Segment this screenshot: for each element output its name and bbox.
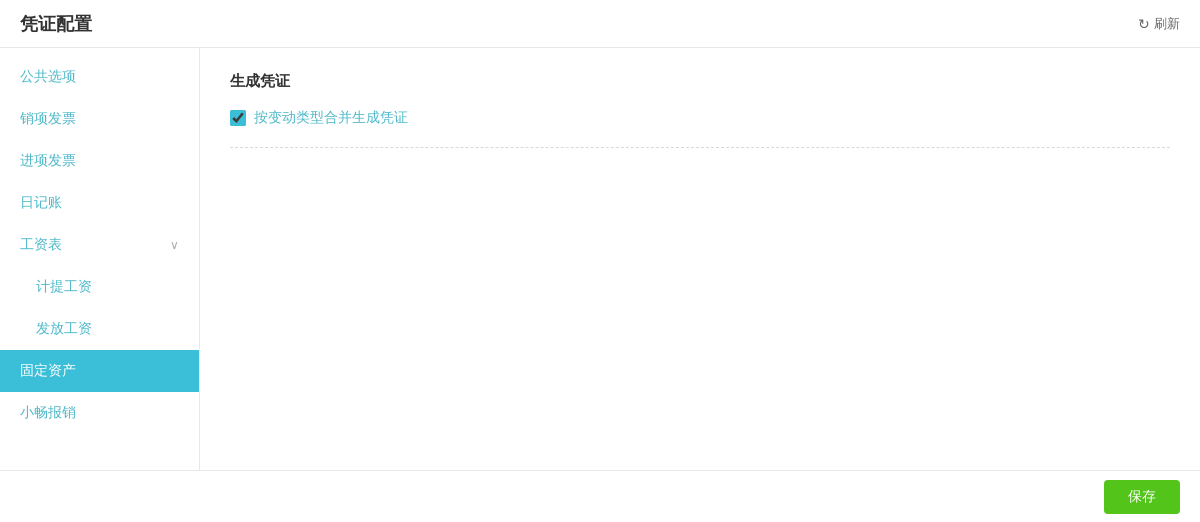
footer: 保存	[0, 470, 1200, 522]
sidebar-item-expense-report[interactable]: 小畅报销	[0, 392, 199, 434]
sidebar-item-label: 销项发票	[20, 110, 76, 128]
save-button[interactable]: 保存	[1104, 480, 1180, 514]
sidebar-item-label: 小畅报销	[20, 404, 76, 422]
sidebar-item-distribute-payroll[interactable]: 发放工资	[0, 308, 199, 350]
sidebar-item-label: 日记账	[20, 194, 62, 212]
refresh-button[interactable]: ↻ 刷新	[1138, 15, 1180, 33]
sidebar-item-fixed-assets[interactable]: 固定资产	[0, 350, 199, 392]
checkbox-row: 按变动类型合并生成凭证	[230, 109, 1170, 127]
sidebar-item-calc-payroll[interactable]: 计提工资	[0, 266, 199, 308]
main-content: 公共选项 销项发票 进项发票 日记账 工资表 ∨ 计提工资 发放工资 固定资	[0, 48, 1200, 470]
sidebar-item-label: 工资表	[20, 236, 62, 254]
sidebar-item-label: 进项发票	[20, 152, 76, 170]
section-divider	[230, 147, 1170, 148]
page-container: 凭证配置 ↻ 刷新 公共选项 销项发票 进项发票 日记账 工资表 ∨	[0, 0, 1200, 522]
sidebar-item-payroll-table[interactable]: 工资表 ∨	[0, 224, 199, 266]
sidebar-item-purchase-invoice[interactable]: 进项发票	[0, 140, 199, 182]
panel-content: 生成凭证 按变动类型合并生成凭证	[200, 48, 1200, 470]
checkbox-label[interactable]: 按变动类型合并生成凭证	[254, 109, 408, 127]
page-title: 凭证配置	[20, 12, 92, 36]
sidebar-item-public-options[interactable]: 公共选项	[0, 56, 199, 98]
merge-by-type-checkbox[interactable]	[230, 110, 246, 126]
refresh-label: 刷新	[1154, 15, 1180, 33]
sidebar-item-label: 发放工资	[36, 320, 92, 338]
sidebar: 公共选项 销项发票 进项发票 日记账 工资表 ∨ 计提工资 发放工资 固定资	[0, 48, 200, 470]
right-panel: 生成凭证 按变动类型合并生成凭证	[200, 48, 1200, 470]
sidebar-item-sales-invoice[interactable]: 销项发票	[0, 98, 199, 140]
sidebar-item-label: 计提工资	[36, 278, 92, 296]
refresh-icon: ↻	[1138, 16, 1150, 32]
chevron-down-icon: ∨	[170, 238, 179, 252]
sidebar-item-label: 公共选项	[20, 68, 76, 86]
header: 凭证配置 ↻ 刷新	[0, 0, 1200, 48]
sidebar-item-journal[interactable]: 日记账	[0, 182, 199, 224]
section-title: 生成凭证	[230, 72, 1170, 91]
sidebar-item-label: 固定资产	[20, 362, 76, 380]
